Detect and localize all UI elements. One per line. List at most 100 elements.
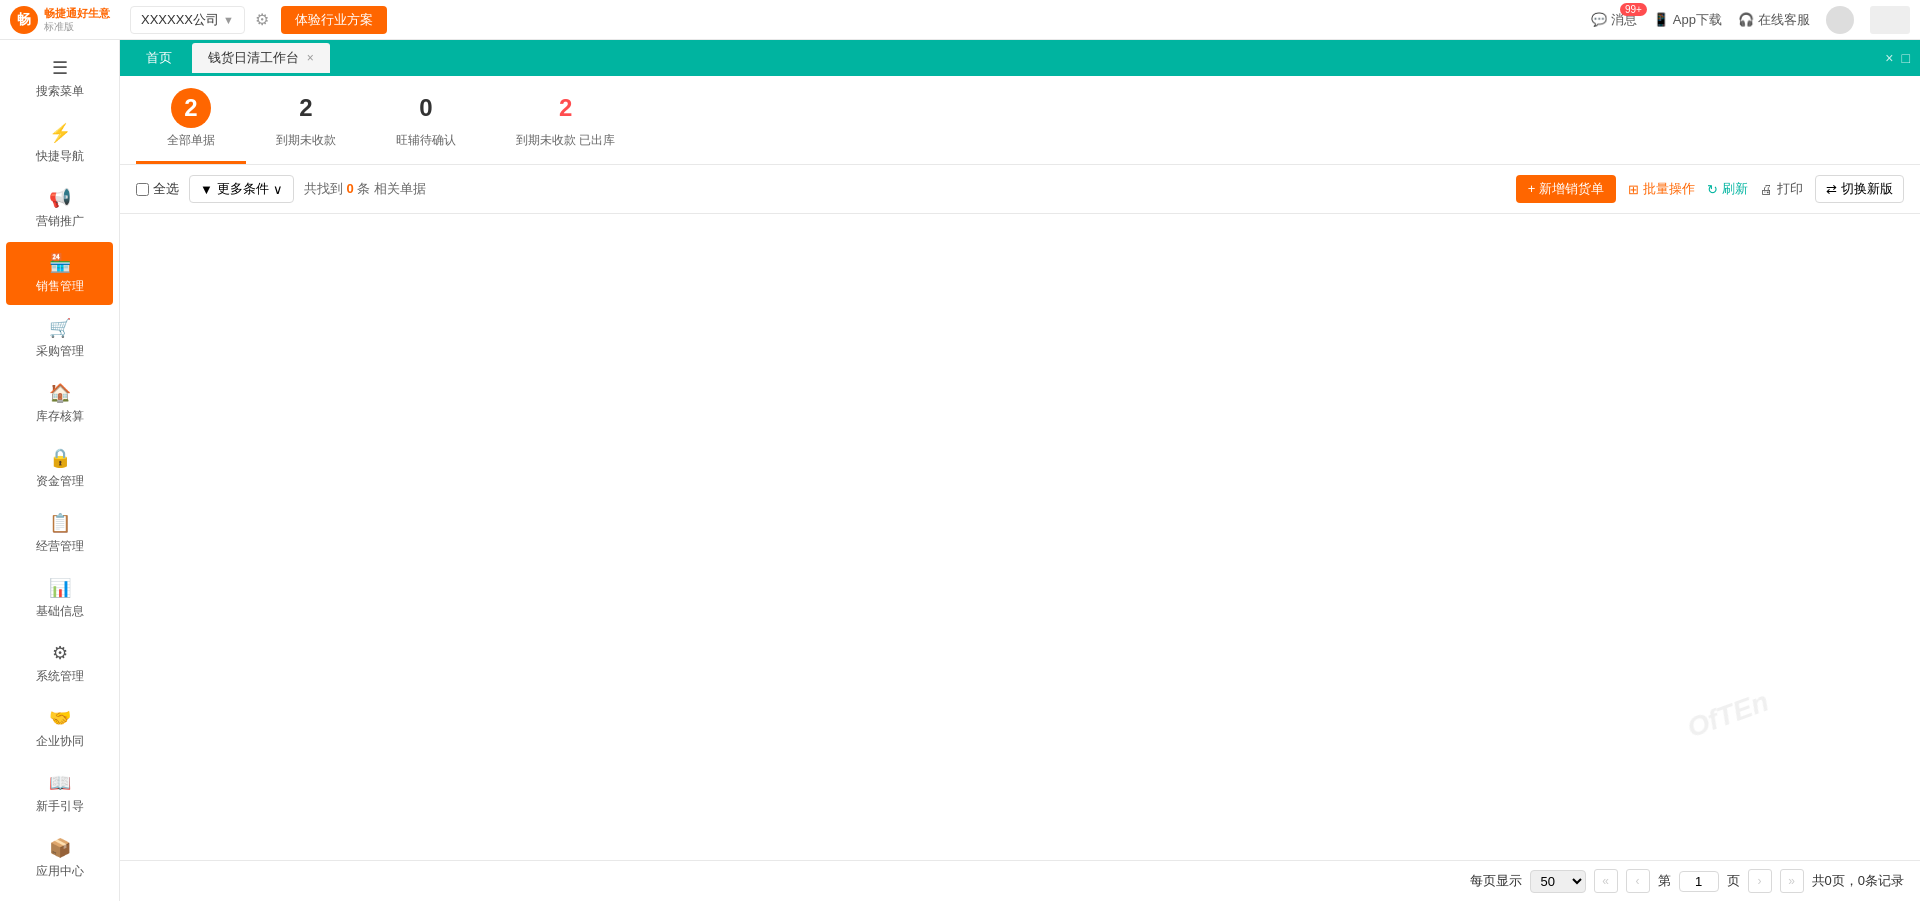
print-label: 打印 (1777, 180, 1803, 198)
tab-qianhuoriQing[interactable]: 钱货日清工作台 × (192, 43, 330, 73)
app-download-label: App下载 (1673, 11, 1722, 29)
company-name: XXXXXX公司 (141, 11, 219, 29)
stat-tab-all[interactable]: 2 全部单据 (136, 76, 246, 164)
app-logo-icon: 畅 (10, 6, 38, 34)
tab-bar-actions: × □ (1885, 50, 1910, 66)
sidebar-label-marketing: 营销推广 (36, 213, 84, 230)
tab-close-icon[interactable]: × (307, 51, 314, 65)
next-page-btn[interactable]: › (1748, 869, 1772, 893)
sidebar-item-inventory[interactable]: 🏠 库存核算 (6, 372, 113, 435)
company-selector[interactable]: XXXXXX公司 ▼ (130, 6, 245, 34)
sidebar-label-quick-nav: 快捷导航 (36, 148, 84, 165)
stat-label-overdue-ship: 到期未收款 已出库 (516, 132, 615, 149)
stat-tab-overdue-ship[interactable]: 2 到期未收款 已出库 (486, 76, 645, 164)
stat-number-wang-pending: 0 (406, 88, 446, 128)
message-icon: 💬 (1591, 12, 1607, 27)
refresh-btn[interactable]: ↻ 刷新 (1707, 180, 1748, 198)
stat-number-overdue-pay: 2 (286, 88, 326, 128)
last-page-btn[interactable]: » (1780, 869, 1804, 893)
switch-version-btn[interactable]: ⇄ 切换新版 (1815, 175, 1904, 203)
toolbar: 全选 ▼ 更多条件 ∨ 共找到 0 条 相关单据 + 新增销货单 (120, 165, 1920, 214)
phone-icon: 📱 (1653, 12, 1669, 27)
messages-badge: 99+ (1620, 3, 1647, 16)
sidebar-item-system[interactable]: ⚙ 系统管理 (6, 632, 113, 695)
sidebar-item-sales[interactable]: 🏪 销售管理 (6, 242, 113, 305)
sidebar-item-purchase[interactable]: 🛒 采购管理 (6, 307, 113, 370)
stat-label-wang-pending: 旺辅待确认 (396, 132, 456, 149)
tab-home-label: 首页 (146, 50, 172, 65)
top-header: 畅 畅捷通好生意 标准版 XXXXXX公司 ▼ ⚙ 体验行业方案 💬 消息 99… (0, 0, 1920, 40)
prev-page-btn[interactable]: ‹ (1626, 869, 1650, 893)
sidebar-item-marketing[interactable]: 📢 营销推广 (6, 177, 113, 240)
logo-text: 畅捷通好生意 标准版 (44, 6, 110, 33)
print-btn[interactable]: 🖨 打印 (1760, 180, 1803, 198)
print-icon: 🖨 (1760, 182, 1773, 197)
first-page-btn[interactable]: « (1594, 869, 1618, 893)
user-name-area (1870, 6, 1910, 34)
sidebar-label-sales: 销售管理 (36, 278, 84, 295)
select-all-text: 全选 (153, 180, 179, 198)
settings-icon[interactable]: ⚙ (255, 10, 269, 29)
new-sale-btn[interactable]: + 新增销货单 (1516, 175, 1616, 203)
per-page-select[interactable]: 50 100 200 (1530, 870, 1586, 893)
header-right: 💬 消息 99+ 📱 App下载 🎧 在线客服 (1591, 6, 1910, 34)
pagination: 每页显示 50 100 200 « ‹ 第 页 › » 共0页，0条记录 (120, 860, 1920, 901)
found-count: 0 (347, 181, 354, 196)
sidebar-item-quick-nav[interactable]: ⚡ 快捷导航 (6, 112, 113, 175)
stat-label-overdue-pay: 到期未收款 (276, 132, 336, 149)
stat-tab-overdue-pay[interactable]: 2 到期未收款 (246, 76, 366, 164)
tab-close-window-icon[interactable]: × (1885, 50, 1893, 66)
stat-tab-wang-pending[interactable]: 0 旺辅待确认 (366, 76, 486, 164)
toolbar-right: + 新增销货单 ⊞ 批量操作 ↻ 刷新 🖨 打印 ⇄ (1516, 175, 1904, 203)
sidebar-item-basic-info[interactable]: 📊 基础信息 (6, 567, 113, 630)
logo-area: 畅 畅捷通好生意 标准版 (10, 6, 130, 34)
app-download-item[interactable]: 📱 App下载 (1653, 11, 1722, 29)
sales-icon: 🏪 (49, 252, 71, 274)
batch-ops-icon: ⊞ (1628, 182, 1639, 197)
more-filters-label: 更多条件 (217, 180, 269, 198)
sidebar-item-wechat[interactable]: 💬 企业微信 (6, 892, 113, 901)
sidebar-label-system: 系统管理 (36, 668, 84, 685)
sidebar-label-inventory: 库存核算 (36, 408, 84, 425)
online-service-item[interactable]: 🎧 在线客服 (1738, 11, 1810, 29)
sidebar-label-search-menu: 搜索菜单 (36, 83, 84, 100)
table-area (120, 214, 1920, 860)
more-filters-btn[interactable]: ▼ 更多条件 ∨ (189, 175, 294, 203)
sidebar-item-cooperation[interactable]: 🤝 企业协同 (6, 697, 113, 760)
trial-btn[interactable]: 体验行业方案 (281, 6, 387, 34)
stat-label-all: 全部单据 (167, 132, 215, 149)
switch-icon: ⇄ (1826, 182, 1837, 197)
filter-icon: ▼ (200, 182, 213, 197)
sidebar-item-guide[interactable]: 📖 新手引导 (6, 762, 113, 825)
stat-number-overdue-ship: 2 (546, 88, 586, 128)
logo-line2: 标准版 (44, 20, 110, 33)
cooperation-icon: 🤝 (49, 707, 71, 729)
select-all-label[interactable]: 全选 (136, 180, 179, 198)
page-label: 第 (1658, 872, 1671, 890)
refresh-label: 刷新 (1722, 180, 1748, 198)
select-all-checkbox[interactable] (136, 183, 149, 196)
sidebar-item-app-center[interactable]: 📦 应用中心 (6, 827, 113, 890)
sidebar-item-search-menu[interactable]: ☰ 搜索菜单 (6, 47, 113, 110)
tab-restore-icon[interactable]: □ (1902, 50, 1910, 66)
main-layout: ☰ 搜索菜单 ⚡ 快捷导航 📢 营销推广 🏪 销售管理 🛒 采购管理 🏠 库存核… (0, 40, 1920, 901)
company-dropdown-arrow: ▼ (223, 14, 234, 26)
toolbar-left: 全选 ▼ 更多条件 ∨ 共找到 0 条 相关单据 (136, 175, 426, 203)
inventory-icon: 🏠 (49, 382, 71, 404)
finance-icon: 🔒 (49, 447, 71, 469)
found-prefix: 共找到 (304, 181, 343, 196)
tab-home[interactable]: 首页 (130, 43, 188, 73)
page-input[interactable] (1679, 871, 1719, 892)
user-avatar[interactable] (1826, 6, 1854, 34)
basic-info-icon: 📊 (49, 577, 71, 599)
sidebar-item-finance[interactable]: 🔒 资金管理 (6, 437, 113, 500)
content-area: 首页 钱货日清工作台 × × □ 2 全部单据 2 到期未收款 (120, 40, 1920, 901)
filter-dropdown-icon: ∨ (273, 182, 283, 197)
batch-ops-btn[interactable]: ⊞ 批量操作 (1628, 180, 1695, 198)
sidebar-label-basic-info: 基础信息 (36, 603, 84, 620)
logo-line1: 畅捷通好生意 (44, 6, 110, 20)
sidebar-item-operations[interactable]: 📋 经营管理 (6, 502, 113, 565)
messages-item[interactable]: 💬 消息 99+ (1591, 11, 1637, 29)
sidebar: ☰ 搜索菜单 ⚡ 快捷导航 📢 营销推广 🏪 销售管理 🛒 采购管理 🏠 库存核… (0, 40, 120, 901)
quick-nav-icon: ⚡ (49, 122, 71, 144)
